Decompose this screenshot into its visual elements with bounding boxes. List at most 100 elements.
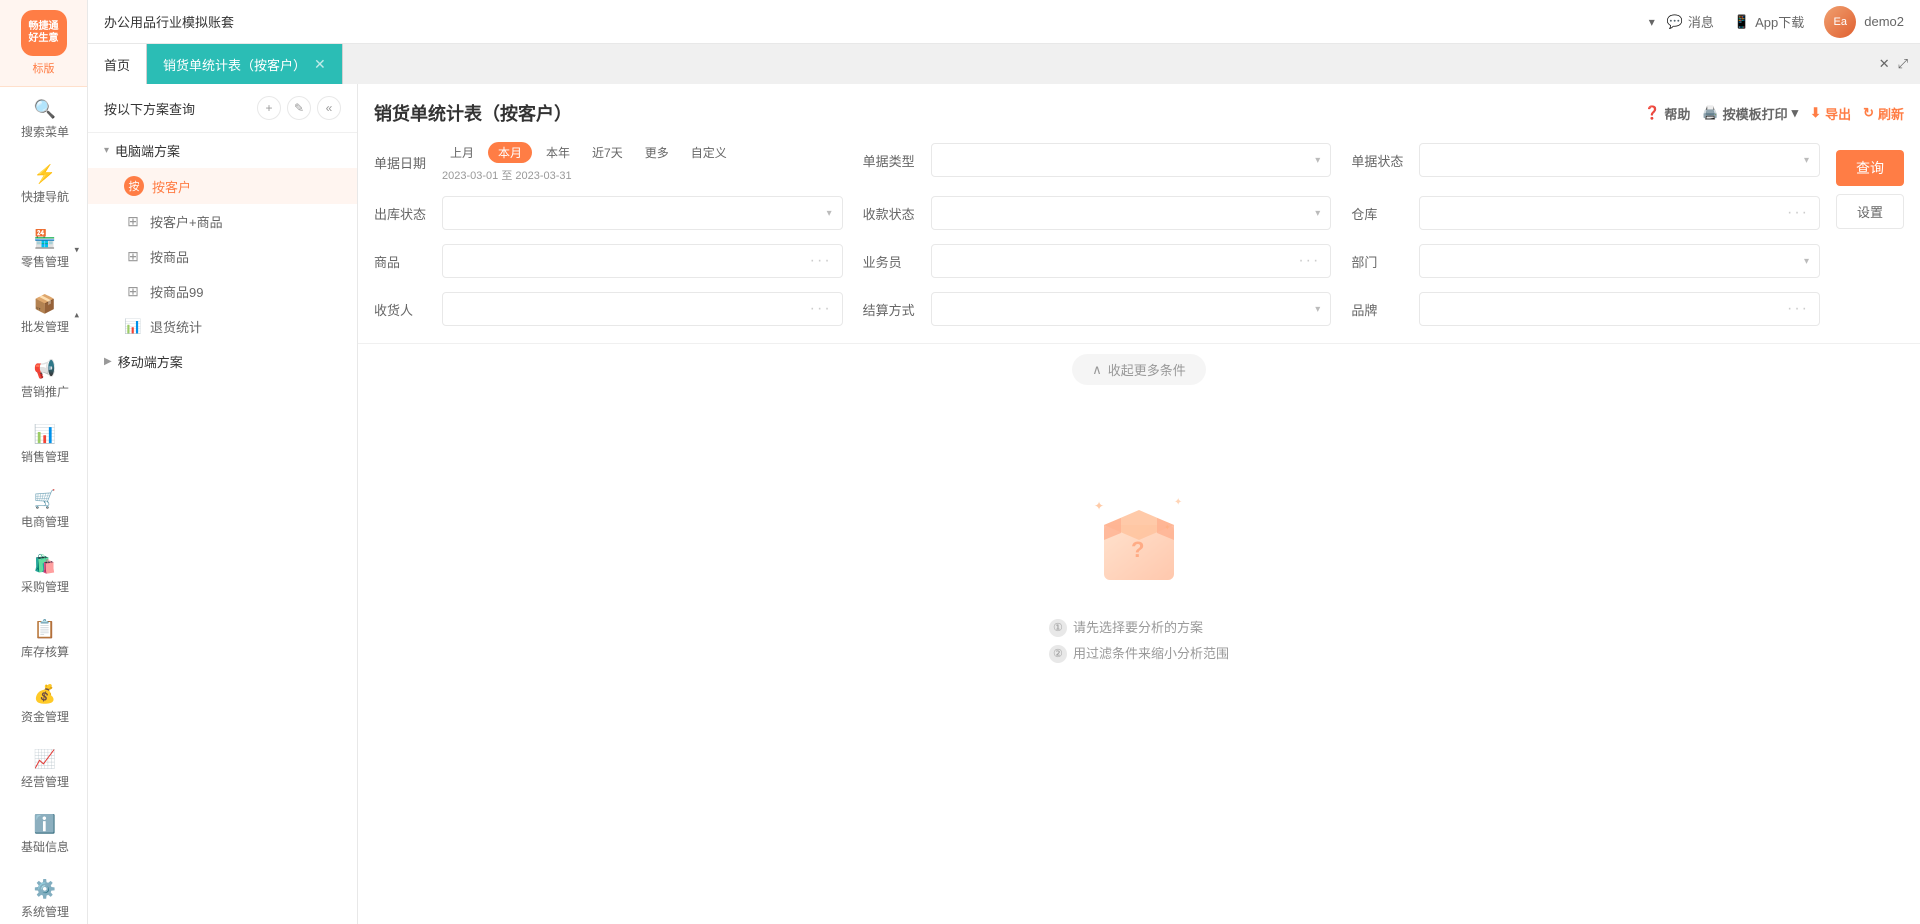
tab-sales-stats[interactable]: 销货单统计表（按客户） ✕: [147, 44, 343, 84]
scheme-item-return-stats[interactable]: 📊 退货统计: [88, 309, 357, 344]
sidebar-item-wholesale-mgmt[interactable]: 📦 批发管理 ▴: [0, 282, 87, 347]
maximize-window-icon[interactable]: ⤢: [1898, 56, 1908, 72]
wholesale-mgmt-icon: 📦: [34, 294, 56, 315]
content-area: 按以下方案查询 + ✎ « ▾ 电脑端方案 按 按客户 ⊞ 按客: [88, 84, 1920, 924]
page-title-row: 销货单统计表（按客户） ❓ 帮助 🖨️ 按模板打印 ▾ ⬇ 导出: [374, 100, 1904, 126]
export-icon: ⬇: [1810, 105, 1821, 121]
collection-status-control[interactable]: ▾: [931, 196, 1332, 230]
brand-control[interactable]: ···: [1419, 292, 1820, 326]
sidebar-item-label: 营销推广: [21, 383, 69, 400]
user-profile[interactable]: Ea demo2: [1824, 6, 1904, 38]
scheme-item-return-stats-icon: 📊: [124, 318, 142, 336]
warehouse-control[interactable]: ···: [1419, 196, 1820, 230]
help-btn[interactable]: ❓ 帮助: [1644, 104, 1690, 123]
scheme-item-by-customer-product-icon: ⊞: [124, 213, 142, 231]
print-icon: 🖨️: [1702, 105, 1718, 121]
help-label: 帮助: [1664, 104, 1690, 123]
print-btn[interactable]: 🖨️ 按模板打印 ▾: [1702, 104, 1798, 123]
salesperson-label: 业务员: [863, 252, 923, 271]
print-dropdown-arrow[interactable]: ▾: [1792, 105, 1799, 121]
collapse-button[interactable]: ∧ 收起更多条件: [1072, 354, 1206, 385]
sidebar-item-label: 基础信息: [21, 838, 69, 855]
sidebar-item-quick-nav[interactable]: ⚡ 快捷导航: [0, 152, 87, 217]
sidebar-item-finance[interactable]: 💰 资金管理: [0, 672, 87, 737]
sidebar-item-inventory[interactable]: 📋 库存核算: [0, 607, 87, 672]
tabbar: 首页 销货单统计表（按客户） ✕ ✕ ⤢: [88, 44, 1920, 84]
export-btn[interactable]: ⬇ 导出: [1810, 104, 1851, 123]
date-tab-last-month[interactable]: 上月: [442, 142, 482, 163]
sidebar-item-system[interactable]: ⚙️ 系统管理: [0, 867, 87, 924]
brand-dots: ···: [1787, 300, 1809, 318]
settings-button[interactable]: 设置: [1836, 194, 1904, 229]
doc-type-control[interactable]: ▾: [931, 143, 1332, 177]
date-tab-7days[interactable]: 近7天: [584, 142, 631, 163]
scheme-group-pc-arrow: ▾: [104, 145, 109, 156]
date-tab-more[interactable]: 更多: [637, 142, 677, 163]
scheme-group-pc-label: 电脑端方案: [115, 141, 180, 160]
consignee-dots: ···: [810, 300, 832, 318]
department-control[interactable]: ▾: [1419, 244, 1820, 278]
scheme-actions: + ✎ «: [257, 96, 341, 120]
scheme-collapse-btn[interactable]: «: [317, 96, 341, 120]
scheme-edit-btn[interactable]: ✎: [287, 96, 311, 120]
sidebar-item-label: 资金管理: [21, 708, 69, 725]
scheme-item-by-customer-icon: 按: [124, 176, 144, 196]
scheme-item-by-product-99[interactable]: ⊞ 按商品99: [88, 274, 357, 309]
wholesale-mgmt-arrow: ▴: [74, 309, 79, 320]
empty-tip-1: ① 请先选择要分析的方案: [1049, 615, 1229, 641]
scheme-item-by-customer[interactable]: 按 按客户: [88, 168, 357, 204]
scheme-add-btn[interactable]: +: [257, 96, 281, 120]
app-download-btn[interactable]: 📱 App下载: [1734, 12, 1804, 31]
collapse-icon: ∧: [1092, 362, 1102, 378]
query-button[interactable]: 查询: [1836, 150, 1904, 186]
doc-status-control[interactable]: ▾: [1419, 143, 1820, 177]
filter-row-1: 单据日期 上月 本月 本年 近7天 更多 自定义 20: [374, 142, 1820, 183]
sidebar-item-basic-info[interactable]: ℹ️ 基础信息: [0, 802, 87, 867]
sidebar-item-ops[interactable]: 📈 经营管理: [0, 737, 87, 802]
sidebar-item-retail-mgmt[interactable]: 🏪 零售管理 ▾: [0, 217, 87, 282]
product-control[interactable]: ···: [442, 244, 843, 278]
tab-home[interactable]: 首页: [88, 44, 147, 84]
tab-close-icon[interactable]: ✕: [314, 56, 326, 73]
scheme-group-mobile-title[interactable]: ▶ 移动端方案: [88, 344, 357, 379]
scheme-item-by-product-99-icon: ⊞: [124, 283, 142, 301]
department-label: 部门: [1351, 252, 1411, 271]
logo-tagline: 标版: [33, 60, 55, 76]
date-tab-custom[interactable]: 自定义: [683, 142, 735, 163]
salesperson-dots: ···: [1298, 252, 1320, 270]
industry-dropdown-arrow[interactable]: ▾: [1649, 15, 1655, 29]
out-status-control[interactable]: ▾: [442, 196, 843, 230]
doc-type-dropdown-arrow: ▾: [1315, 155, 1320, 166]
scheme-item-by-customer-product-label: 按客户+商品: [150, 212, 223, 231]
scheme-item-by-product[interactable]: ⊞ 按商品: [88, 239, 357, 274]
tab-sales-stats-label: 销货单统计表（按客户）: [163, 55, 306, 74]
scheme-group-pc-title[interactable]: ▾ 电脑端方案: [88, 133, 357, 168]
close-window-icon[interactable]: ✕: [1879, 56, 1890, 72]
sidebar-item-sales-mgmt[interactable]: 📊 销售管理: [0, 412, 87, 477]
message-btn[interactable]: 💬 消息: [1667, 12, 1714, 31]
filter-row-3: 商品 ··· 业务员 ···: [374, 243, 1820, 279]
filter-item-product: 商品 ···: [374, 243, 843, 279]
sidebar-item-ecommerce[interactable]: 🛒 电商管理: [0, 477, 87, 542]
sidebar-item-marketing[interactable]: 📢 营销推广: [0, 347, 87, 412]
date-tab-this-year[interactable]: 本年: [538, 142, 578, 163]
sidebar-item-purchase[interactable]: 🛍️ 采购管理: [0, 542, 87, 607]
sidebar-item-label: 系统管理: [21, 903, 69, 920]
sidebar-item-search-menu[interactable]: 🔍 搜索菜单: [0, 87, 87, 152]
sidebar-item-label: 库存核算: [21, 643, 69, 660]
consignee-control[interactable]: ···: [442, 292, 843, 326]
out-status-dropdown-arrow: ▾: [827, 208, 832, 219]
collapse-bar: ∧ 收起更多条件: [358, 343, 1920, 395]
tip-text-2: 用过滤条件来缩小分析范围: [1073, 641, 1229, 667]
date-tab-this-month[interactable]: 本月: [488, 142, 532, 163]
sidebar-item-label: 搜索菜单: [21, 123, 69, 140]
settlement-control[interactable]: ▾: [931, 292, 1332, 326]
tab-home-label: 首页: [104, 55, 130, 74]
scheme-item-by-customer-product[interactable]: ⊞ 按客户+商品: [88, 204, 357, 239]
empty-tip-2: ② 用过滤条件来缩小分析范围: [1049, 641, 1229, 667]
salesperson-control[interactable]: ···: [931, 244, 1332, 278]
sidebar-item-label: 批发管理: [21, 318, 69, 335]
product-dots: ···: [810, 252, 832, 270]
date-label: 单据日期: [374, 153, 434, 172]
refresh-btn[interactable]: ↻ 刷新: [1863, 104, 1904, 123]
